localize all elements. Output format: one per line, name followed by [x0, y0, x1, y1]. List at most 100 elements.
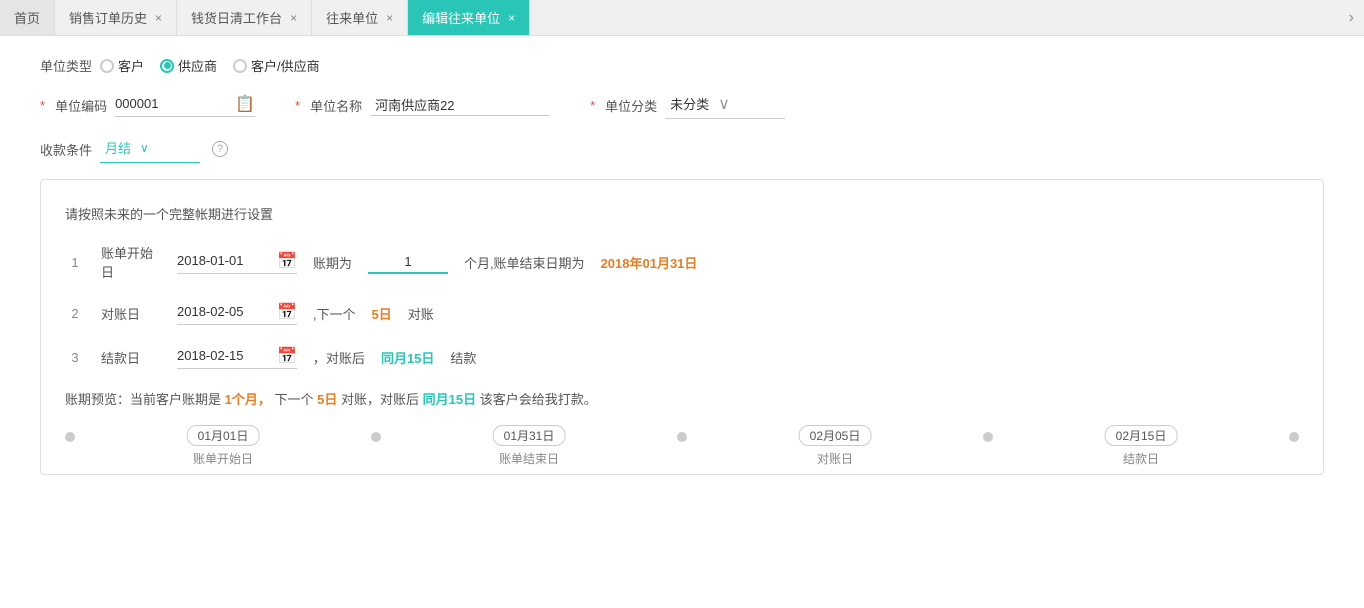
unit-type-radio-group: 客户 供应商 客户/供应商: [100, 56, 320, 75]
tl-label-1: 01月31日: [493, 425, 566, 446]
unit-code-icon[interactable]: 📋: [235, 94, 255, 114]
unit-type-label: 单位类型: [40, 56, 92, 75]
tl-node-0: [65, 432, 75, 442]
preview-highlight1: 1个月，: [225, 392, 271, 407]
radio-customer[interactable]: 客户: [100, 56, 144, 75]
payment-date-input[interactable]: [177, 345, 277, 366]
tab-edit-partner[interactable]: 编辑往来单位 ×: [408, 0, 530, 35]
tab-partners[interactable]: 往来单位 ×: [312, 0, 408, 35]
unit-name-label: 单位名称: [310, 96, 362, 115]
radio-customer-circle: [100, 59, 114, 73]
tl-caption-1: 账单结束日: [499, 450, 559, 467]
row-num-1: 1: [65, 255, 85, 270]
payment-prefix: ，对账后: [313, 348, 365, 367]
period-label: 账期为: [313, 253, 352, 272]
row-label-1: 账单开始日: [101, 243, 161, 281]
unit-code-group: * 单位编码 📋: [40, 93, 255, 117]
unit-category-value: 未分类: [665, 91, 714, 116]
row-num-3: 3: [65, 350, 85, 365]
unit-category-chevron: ∨: [718, 94, 730, 114]
tl-dot-3: [983, 432, 993, 442]
card-title: 请按照未来的一个完整帐期进行设置: [65, 204, 1299, 223]
end-date-highlight: 2018年01月31日: [601, 253, 698, 272]
tl-label-0: 01月01日: [187, 425, 260, 446]
reconcile-day-highlight: 5日: [372, 304, 392, 323]
payment-day-highlight: 同月15日: [381, 348, 434, 367]
start-date-calendar-icon[interactable]: 📅: [277, 251, 297, 271]
unit-category-star: *: [590, 98, 595, 113]
close-sales-history[interactable]: ×: [155, 11, 162, 25]
tl-node-1: [371, 432, 381, 442]
radio-customer-label: 客户: [118, 56, 144, 75]
tl-caption-2: 对账日: [817, 450, 853, 467]
close-partners[interactable]: ×: [386, 11, 393, 25]
unit-info-row: * 单位编码 📋 * 单位名称 * 单位分类 未分类 ∨: [40, 91, 1324, 119]
row-label-3: 结款日: [101, 348, 161, 367]
radio-supplier-circle: [160, 59, 174, 73]
tl-caption-3: 结款日: [1123, 450, 1159, 467]
row-label-2: 对账日: [101, 304, 161, 323]
main-content: 单位类型 客户 供应商 客户/供应商 * 单位编码: [0, 36, 1364, 608]
preview-section: 账期预览：当前客户账期是 1个月， 下一个 5日 对账，对账后 同月15日 该客…: [65, 389, 1299, 408]
payment-terms-select[interactable]: 月结 ∨: [100, 135, 200, 163]
preview-suffix: 该客户会给我打款。: [480, 392, 597, 407]
unit-category-label: 单位分类: [605, 96, 657, 115]
payment-suffix: 结款: [450, 348, 476, 367]
preview-middle2: 对账，对账后: [341, 392, 419, 407]
tl-dot-2: [677, 432, 687, 442]
unit-category-select[interactable]: 未分类 ∨: [665, 91, 785, 119]
row-num-2: 2: [65, 306, 85, 321]
tl-dot-end: [1289, 432, 1299, 442]
unit-name-group: * 单位名称: [295, 94, 550, 116]
tab-more-button[interactable]: ›: [1339, 0, 1364, 35]
tl-dot-1: [371, 432, 381, 442]
close-cash-workbench[interactable]: ×: [290, 11, 297, 25]
payment-terms-label: 收款条件: [40, 140, 92, 159]
preview-highlight3: 同月15日: [423, 392, 476, 407]
unit-type-row: 单位类型 客户 供应商 客户/供应商: [40, 56, 1324, 75]
tab-sales-history[interactable]: 销售订单历史 ×: [55, 0, 177, 35]
payment-date-calendar-icon[interactable]: 📅: [277, 346, 297, 366]
unit-code-input[interactable]: [115, 93, 235, 114]
radio-supplier[interactable]: 供应商: [160, 56, 217, 75]
setting-row-2: 2 对账日 📅 ,下一个 5日 对账: [65, 301, 1299, 325]
tl-label-2: 02月05日: [799, 425, 872, 446]
preview-highlight2: 5日: [317, 392, 337, 407]
tab-bar: 首页 销售订单历史 × 钱货日清工作台 × 往来单位 × 编辑往来单位 × ›: [0, 0, 1364, 36]
reconcile-date-calendar-icon[interactable]: 📅: [277, 302, 297, 322]
payment-terms-chevron: ∨: [140, 141, 149, 155]
tl-node-2: [677, 432, 687, 442]
tl-dot-0: [65, 432, 75, 442]
tab-home[interactable]: 首页: [0, 0, 55, 35]
reconcile-date-input-wrapper: 📅: [177, 301, 297, 325]
start-date-input-wrapper: 📅: [177, 250, 297, 274]
unit-name-input[interactable]: [370, 94, 550, 116]
reconcile-date-input[interactable]: [177, 301, 277, 322]
reconcile-suffix: 对账: [408, 304, 434, 323]
radio-customer-supplier[interactable]: 客户/供应商: [233, 56, 320, 75]
preview-prefix: 账期预览：当前客户账期是: [65, 392, 221, 407]
payment-terms-group: 收款条件 月结 ∨ ?: [40, 135, 228, 163]
unit-code-star: *: [40, 98, 45, 113]
start-date-input[interactable]: [177, 250, 277, 271]
tl-node-3: [983, 432, 993, 442]
close-edit-partner[interactable]: ×: [508, 11, 515, 25]
unit-type-group: 单位类型 客户 供应商 客户/供应商: [40, 56, 320, 75]
period-input[interactable]: [368, 251, 448, 274]
radio-supplier-label: 供应商: [178, 56, 217, 75]
tl-caption-0: 账单开始日: [193, 450, 253, 467]
payment-terms-row: 收款条件 月结 ∨ ?: [40, 135, 1324, 163]
tab-cash-workbench[interactable]: 钱货日清工作台 ×: [177, 0, 312, 35]
unit-code-input-wrapper: 📋: [115, 93, 255, 117]
settings-card: 请按照未来的一个完整帐期进行设置 1 账单开始日 📅 账期为 个月,账单结束日期…: [40, 179, 1324, 475]
timeline-row: 01月01日 账单开始日 01月31日 账单结束日: [65, 432, 1299, 442]
tl-node-end: [1289, 432, 1299, 442]
payment-date-input-wrapper: 📅: [177, 345, 297, 369]
setting-row-1: 1 账单开始日 📅 账期为 个月,账单结束日期为 2018年01月31日: [65, 243, 1299, 281]
payment-terms-help[interactable]: ?: [212, 141, 228, 157]
radio-customer-supplier-label: 客户/供应商: [251, 56, 320, 75]
unit-code-label: 单位编码: [55, 96, 107, 115]
radio-customer-supplier-circle: [233, 59, 247, 73]
preview-middle: 下一个: [275, 392, 314, 407]
payment-terms-value: 月结: [100, 135, 136, 160]
